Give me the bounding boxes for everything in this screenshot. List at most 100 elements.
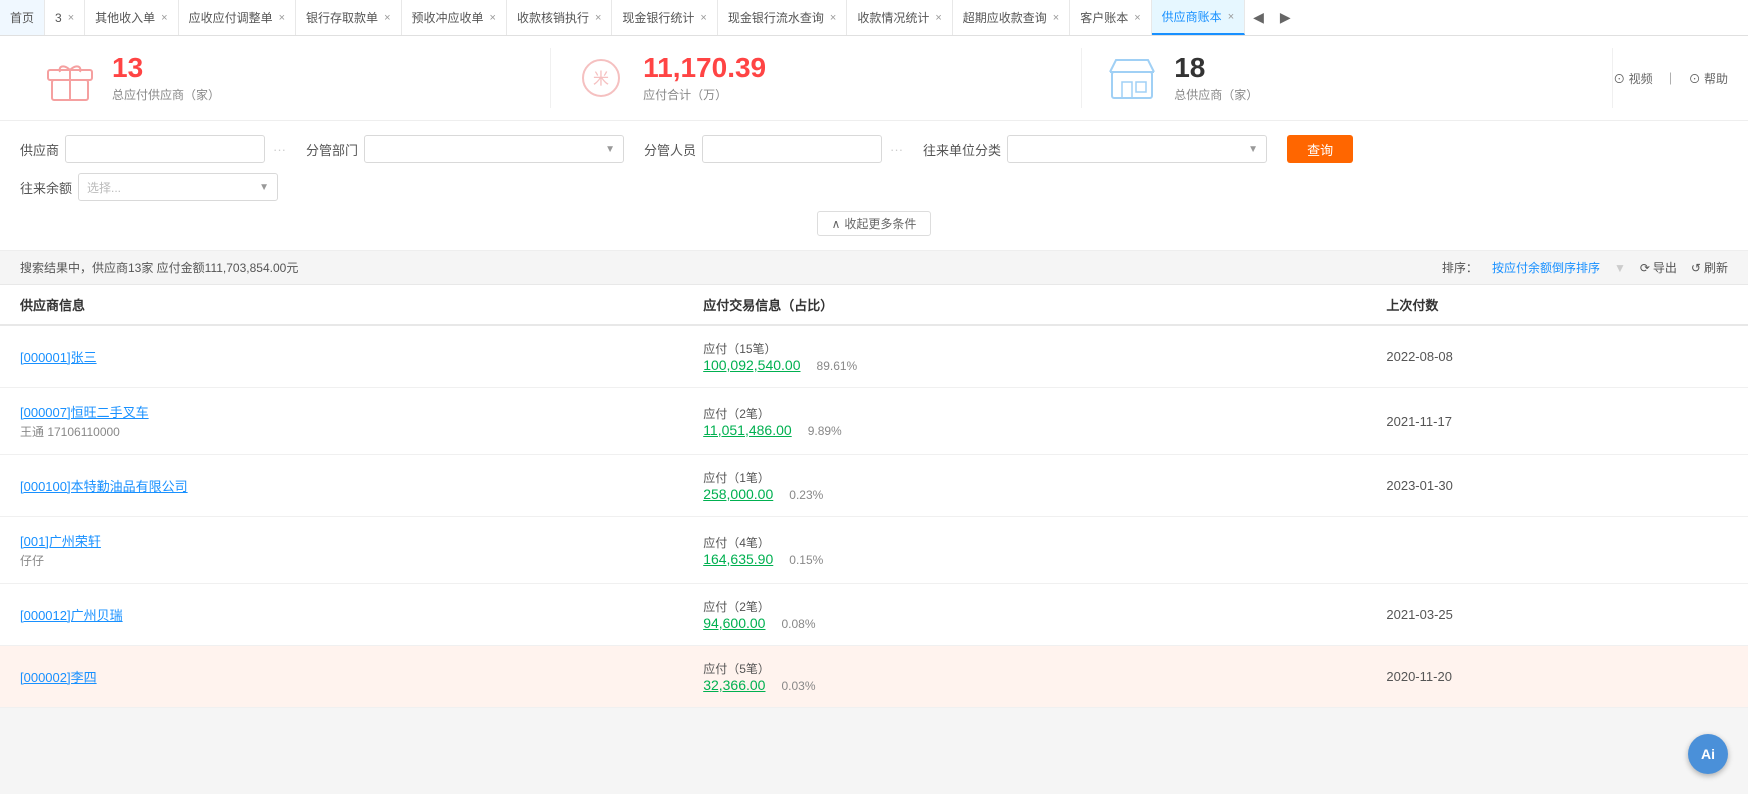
table-row: [001]广州荣轩 仔仔 应付（4笔） 164,635.90 0.15% [0,517,1748,584]
stat-all-label: 总供应商（家） [1174,86,1258,103]
category-label: 往来单位分类 [923,140,1001,159]
nav-next-arrow[interactable]: ▶ [1272,9,1299,26]
nav-tab-adjust[interactable]: 应收应付调整单 × [179,0,296,35]
collapse-button[interactable]: ∧ 收起更多条件 [817,211,932,236]
collapse-bar: ∧ 收起更多条件 [20,211,1728,236]
nav-prev-arrow[interactable]: ◀ [1245,9,1272,26]
trans-cell-5: 应付（2笔） 94,600.00 0.08% [703,598,1386,631]
table-header: 供应商信息 应付交易信息（占比） 上次付数 [0,285,1748,326]
last-pay-5: 2021-03-25 [1386,607,1728,622]
close-tab-overdue[interactable]: × [1053,12,1059,24]
nav-tab-3[interactable]: 3 × [45,0,85,35]
filter-dept: 分管部门 ▼ [306,135,624,163]
stat-total-content: 11,170.39 应付合计（万） [643,53,766,103]
help-link[interactable]: ⊙ 帮助 [1689,70,1728,87]
supplier-cell-2: [000007]恒旺二手叉车 王通 17106110000 [20,402,703,440]
nav-tab-home[interactable]: 首页 [0,0,45,35]
export-button[interactable]: ⟳ 导出 [1640,259,1677,276]
filter-category: 往来单位分类 ▼ [923,135,1267,163]
dept-select[interactable]: ▼ [364,135,624,163]
trans-amount-2[interactable]: 11,051,486.00 [703,422,792,438]
trans-amount-5[interactable]: 94,600.00 [703,615,765,631]
supplier-link-1[interactable]: [000001]张三 [20,350,97,365]
close-tab-adjust[interactable]: × [279,12,285,24]
person-input[interactable] [702,135,882,163]
close-tab-collect-stat[interactable]: × [935,12,941,24]
close-tab-customer[interactable]: × [1134,12,1140,24]
close-tab-supplier[interactable]: × [1228,11,1234,23]
close-tab-other-income[interactable]: × [161,12,167,24]
dept-label: 分管部门 [306,140,358,159]
refresh-button[interactable]: ↺ 刷新 [1691,259,1728,276]
supplier-link-5[interactable]: [000012]广州贝瑞 [20,608,123,623]
trans-amount-3[interactable]: 258,000.00 [703,486,773,502]
category-select[interactable]: ▼ [1007,135,1267,163]
trans-amount-6[interactable]: 32,366.00 [703,677,765,693]
supplier-cell-3: [000100]本特勤油品有限公司 [20,476,703,495]
supplier-input[interactable] [65,135,265,163]
nav-tab-customer[interactable]: 客户账本 × [1070,0,1151,35]
stat-payable-number: 13 [112,53,220,84]
filter-supplier: 供应商 ··· [20,135,286,163]
top-navigation: 首页 3 × 其他收入单 × 应收应付调整单 × 银行存取款单 × 预收冲应收单… [0,0,1748,36]
supplier-label: 供应商 [20,140,59,159]
supplier-cell-1: [000001]张三 [20,347,703,366]
close-tab-cash-stat[interactable]: × [700,12,706,24]
ai-badge[interactable]: Ai [1688,734,1728,774]
nav-tab-collection[interactable]: 收款核销执行 × [507,0,612,35]
stat-payable-label: 总应付供应商（家） [112,86,220,103]
results-summary: 搜索结果中，供应商13家 应付金额111,703,854.00元 [20,259,298,276]
filter-row-1: 供应商 ··· 分管部门 ▼ 分管人员 ··· 往来单位分类 ▼ 查询 [20,135,1728,163]
table-row: [000001]张三 应付（15笔） 100,092,540.00 89.61%… [0,326,1748,388]
trans-cell-4: 应付（4笔） 164,635.90 0.15% [703,534,1386,567]
supplier-more-icon[interactable]: ··· [273,142,286,157]
category-chevron: ▼ [1248,144,1258,155]
balance-label: 往来余额 [20,178,72,197]
nav-tab-cash-stat[interactable]: 现金银行统计 × [612,0,717,35]
close-tab-prepay[interactable]: × [490,12,496,24]
supplier-link-4[interactable]: [001]广州荣轩 [20,534,101,549]
col-header-supplier: 供应商信息 [20,295,703,314]
export-icon: ⟳ [1640,261,1650,275]
search-button[interactable]: 查询 [1287,135,1353,163]
nav-tab-overdue[interactable]: 超期应收款查询 × [953,0,1070,35]
close-tab-3[interactable]: × [68,12,74,24]
nav-tab-cash-flow[interactable]: 现金银行流水查询 × [718,0,847,35]
nav-tab-supplier[interactable]: 供应商账本 × [1152,0,1245,35]
supplier-link-6[interactable]: [000002]李四 [20,670,97,685]
trans-cell-1: 应付（15笔） 100,092,540.00 89.61% [703,340,1386,373]
rice-icon: 米 [571,48,631,108]
supplier-cell-5: [000012]广州贝瑞 [20,605,703,624]
close-tab-collection[interactable]: × [595,12,601,24]
col-header-trans: 应付交易信息（占比） [703,295,1386,314]
sort-select[interactable]: 按应付余额倒序排序 [1492,259,1600,276]
supplier-link-2[interactable]: [000007]恒旺二手叉车 [20,405,149,420]
supplier-link-3[interactable]: [000100]本特勤油品有限公司 [20,479,188,494]
table-row: [000100]本特勤油品有限公司 应付（1笔） 258,000.00 0.23… [0,455,1748,517]
stat-payable-content: 13 总应付供应商（家） [112,53,220,103]
trans-amount-1[interactable]: 100,092,540.00 [703,357,800,373]
table-row: [000012]广州贝瑞 应付（2笔） 94,600.00 0.08% 2021… [0,584,1748,646]
close-tab-cash-flow[interactable]: × [830,12,836,24]
last-pay-2: 2021-11-17 [1386,414,1728,429]
balance-select[interactable]: 选择... ▼ [78,173,278,201]
person-more-icon[interactable]: ··· [890,142,903,157]
top-right-links: ⊙ 视频 ｜ ⊙ 帮助 [1613,70,1728,87]
table-row: [000002]李四 应付（5笔） 32,366.00 0.03% 2020-1… [0,646,1748,708]
stat-total-payable: 米 11,170.39 应付合计（万） [551,48,1082,108]
results-actions: 排序： 按应付余额倒序排序 ▼ ⟳ 导出 ↺ 刷新 [1442,259,1728,276]
stat-total-label: 应付合计（万） [643,86,766,103]
gift-icon [40,48,100,108]
svg-text:米: 米 [593,70,609,88]
trans-amount-4[interactable]: 164,635.90 [703,551,773,567]
search-area: 供应商 ··· 分管部门 ▼ 分管人员 ··· 往来单位分类 ▼ 查询 往来 [0,121,1748,251]
filter-person: 分管人员 ··· [644,135,903,163]
video-link[interactable]: ⊙ 视频 [1613,70,1652,87]
divider: ｜ [1665,70,1677,87]
close-tab-bank[interactable]: × [384,12,390,24]
nav-tab-prepay[interactable]: 预收冲应收单 × [402,0,507,35]
supplier-cell-4: [001]广州荣轩 仔仔 [20,531,703,569]
nav-tab-other-income[interactable]: 其他收入单 × [85,0,178,35]
nav-tab-bank[interactable]: 银行存取款单 × [296,0,401,35]
nav-tab-collect-stat[interactable]: 收款情况统计 × [847,0,952,35]
